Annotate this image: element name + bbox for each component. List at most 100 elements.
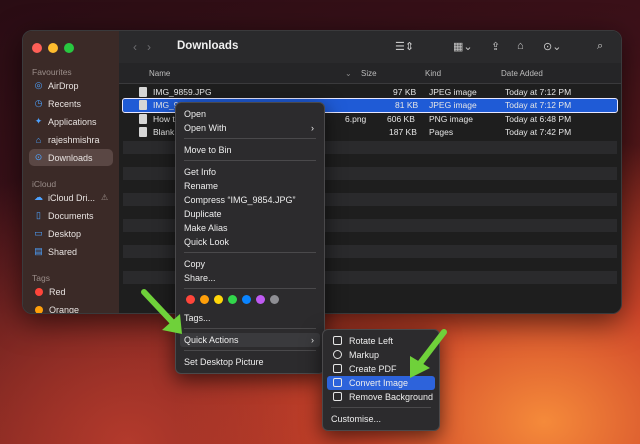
sidebar-item-label: Documents [48,210,94,221]
menu-item-get-info[interactable]: Get Info [180,165,320,179]
sidebar-item-applications[interactable]: ✦ Applications [29,113,113,130]
sidebar-item-home[interactable]: ⌂ rajeshmishra [29,131,113,148]
sidebar-item-label: Red [49,286,66,297]
menu-separator [184,328,316,329]
pages-file-icon [139,127,147,137]
cloud-icon: ☁ [34,192,43,202]
tag-color-picker [186,295,279,304]
column-header: Name ⌄ Size Kind Date Added [119,63,621,84]
annotation-arrow-quick-actions [141,289,182,334]
column-size[interactable]: Size [361,69,377,78]
menu-item-open-with[interactable]: Open With › [180,121,320,135]
file-kind: JPEG image [429,100,477,110]
menu-item-duplicate[interactable]: Duplicate [180,207,320,221]
sidebar-item-label: AirDrop [48,80,79,91]
file-size: 187 KB [389,127,417,137]
menu-item-customise[interactable]: Customise... [327,412,435,426]
column-date[interactable]: Date Added [501,69,543,78]
sidebar-item-label: rajeshmishra [48,134,100,145]
menu-item-make-alias[interactable]: Make Alias [180,221,320,235]
menu-item-remove-background[interactable]: Remove Background [327,390,435,404]
menu-item-rename[interactable]: Rename [180,179,320,193]
file-size: 81 KB [395,100,419,110]
clock-icon: ◷ [34,98,43,108]
menu-item-copy[interactable]: Copy [180,257,320,271]
sidebar-item-shared[interactable]: ▤ Shared [29,243,113,260]
toolbar: ‹› Downloads ☰⇕ ▦⌄ ⇪ ⌂ ⊙⌄ ⌕ [119,31,621,63]
tag-purple-dot[interactable] [256,295,265,304]
menu-item-label: Rotate Left [349,336,394,346]
menu-separator [184,288,316,289]
file-date: Today at 6:48 PM [505,114,572,124]
image-file-icon [139,87,147,97]
image-file-icon [139,114,147,124]
context-menu: Open Open With › Move to Bin Get Info Re… [175,102,325,374]
sidebar-item-airdrop[interactable]: ◎ AirDrop [29,77,113,94]
image-file-icon [139,100,147,110]
remove-background-icon [333,392,342,401]
menu-item-label: Remove Background [349,392,434,402]
back-arrow-icon[interactable]: ‹ [133,40,147,54]
grid-view-icon[interactable]: ▦⌄ [453,40,473,53]
sidebar-item-documents[interactable]: ▯ Documents [29,207,113,224]
sidebar-item-label: Orange [49,304,80,314]
menu-item-share[interactable]: Share... [180,271,320,285]
minimize-button[interactable] [48,43,58,53]
share-icon[interactable]: ⇪ [491,40,500,53]
markup-icon [333,350,342,359]
menu-item-set-desktop-picture[interactable]: Set Desktop Picture [180,355,320,369]
sidebar-item-downloads[interactable]: ⊙ Downloads [29,149,113,166]
menu-separator [184,252,316,253]
menu-item-open[interactable]: Open [180,107,320,121]
window-controls [32,43,74,53]
rotate-left-icon [333,336,342,345]
file-kind: Pages [429,127,454,137]
tag-blue-dot[interactable] [242,295,251,304]
column-name[interactable]: Name [149,69,170,78]
file-date: Today at 7:12 PM [505,87,572,97]
desktop-icon: ▭ [34,228,43,238]
file-name: IMG_9859.JPG [153,87,212,97]
column-kind[interactable]: Kind [425,69,441,78]
menu-item-quick-actions[interactable]: Quick Actions › [180,333,320,347]
sidebar-item-label: Recents [48,98,82,109]
sidebar-tag-orange[interactable]: Orange [29,301,113,314]
menu-item-label: Convert Image [349,378,409,388]
sidebar-item-label: Applications [48,116,97,127]
file-kind: PNG image [429,114,473,124]
download-icon: ⊙ [34,152,43,162]
menu-item-tags[interactable]: Tags... [180,311,320,325]
tag-green-dot[interactable] [228,295,237,304]
menu-item-move-to-bin[interactable]: Move to Bin [180,143,320,157]
list-view-icon[interactable]: ☰⇕ [395,40,414,53]
sort-chevron-icon[interactable]: ⌄ [345,69,352,78]
file-kind: JPEG image [429,87,477,97]
forward-arrow-icon[interactable]: › [147,40,161,54]
table-row[interactable]: IMG_9859.JPG 97 KB JPEG image Today at 7… [123,86,617,99]
home-icon: ⌂ [35,134,42,145]
menu-item-quick-look[interactable]: Quick Look [180,235,320,249]
tag-orange-dot[interactable] [200,295,209,304]
sidebar: Favourites ◎ AirDrop ◷ Recents ✦ Applica… [23,31,119,313]
file-date: Today at 7:12 PM [505,100,572,110]
navigation-arrows: ‹› [133,40,161,54]
sidebar-item-recents[interactable]: ◷ Recents [29,95,113,112]
close-button[interactable] [32,43,42,53]
window-title: Downloads [177,40,239,52]
search-icon[interactable]: ⌕ [597,40,603,53]
tag-gray-dot[interactable] [270,295,279,304]
tag-icon[interactable]: ⌂ [517,40,524,52]
tag-yellow-dot[interactable] [214,295,223,304]
menu-item-label: Markup [349,350,380,360]
menu-item-label: Quick Actions [184,335,239,345]
sidebar-item-icloud-drive[interactable]: ☁ iCloud Dri... ⚠ [29,189,113,206]
zoom-button[interactable] [64,43,74,53]
more-options-icon[interactable]: ⊙⌄ [543,40,561,53]
sidebar-tag-red[interactable]: Red [29,283,113,300]
sidebar-item-desktop[interactable]: ▭ Desktop [29,225,113,242]
annotation-arrow-convert-image [410,329,447,378]
menu-item-compress[interactable]: Compress “IMG_9854.JPG” [180,193,320,207]
applications-icon: ✦ [34,116,43,126]
sidebar-item-label: iCloud Dri... [48,192,96,203]
menu-separator [331,407,431,408]
